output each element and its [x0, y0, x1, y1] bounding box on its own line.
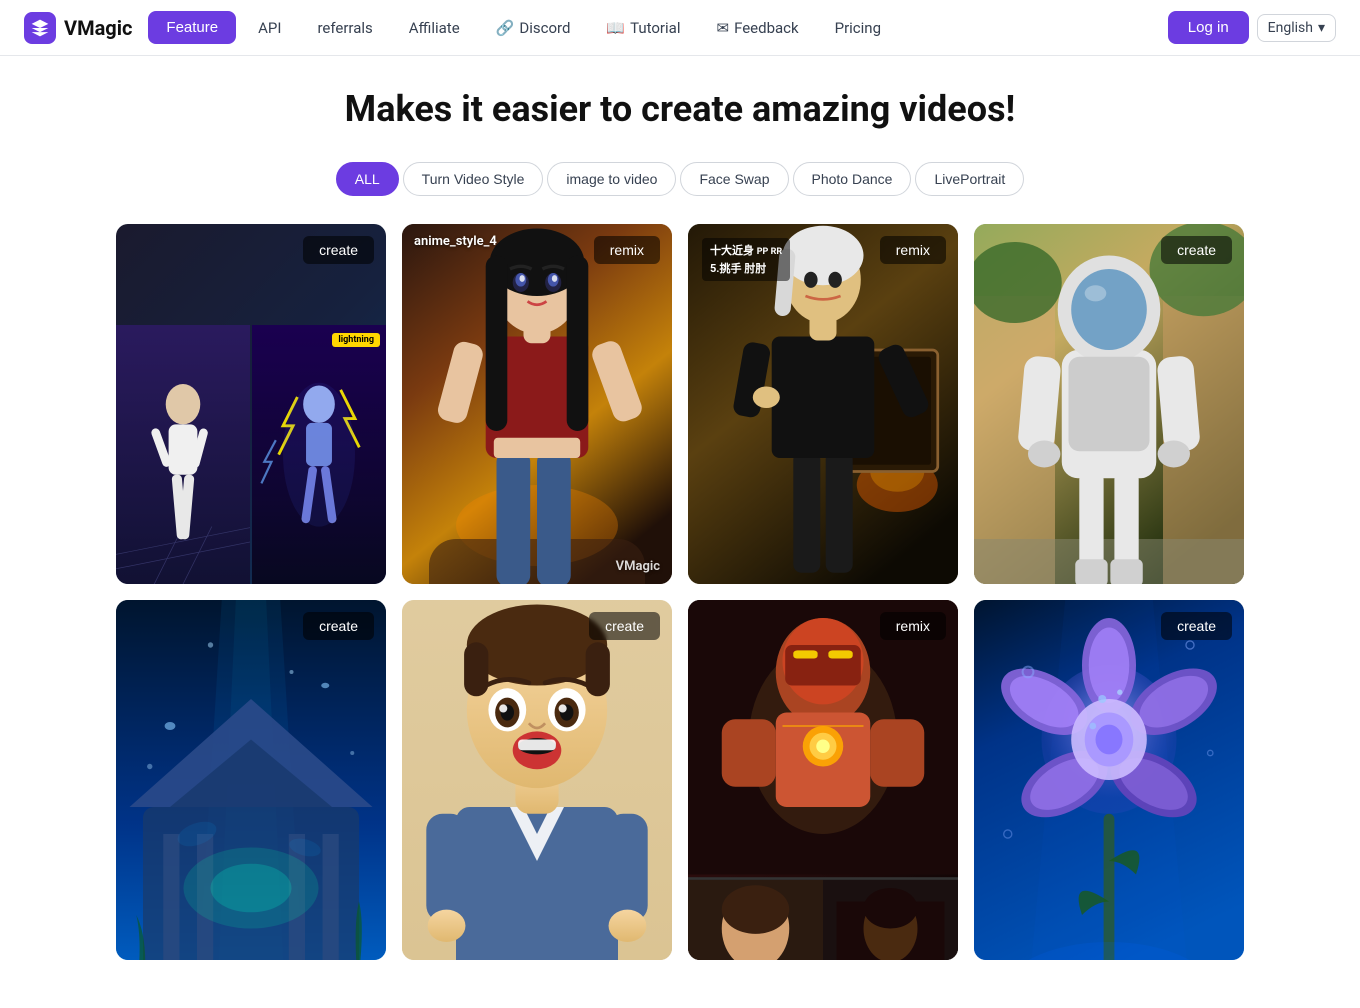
pricing-nav-link[interactable]: Pricing [821, 11, 895, 45]
split-right: lightning [252, 325, 386, 584]
video-card-4[interactable]: create [974, 224, 1244, 584]
api-nav-link[interactable]: API [244, 11, 295, 45]
discord-nav-link[interactable]: 🔗 Discord [482, 11, 585, 45]
card-5-create-button[interactable]: create [303, 612, 374, 640]
card-4-create-button[interactable]: create [1161, 236, 1232, 264]
split-left [116, 325, 250, 584]
tab-turn-video-style[interactable]: Turn Video Style [403, 162, 544, 196]
logo-icon [24, 12, 56, 44]
card-4-bg [974, 224, 1244, 584]
logo[interactable]: VMagic [24, 12, 132, 44]
tab-face-swap[interactable]: Face Swap [680, 162, 788, 196]
card-6-bg [402, 600, 672, 960]
language-label: English [1268, 20, 1313, 36]
card-7-bg [688, 600, 958, 960]
card-5-bg [116, 600, 386, 960]
video-card-2[interactable]: anime_style_4 VMagic remix [402, 224, 672, 584]
category-tabs: ALL Turn Video Style image to video Face… [116, 162, 1244, 196]
lightning-badge: lightning [332, 333, 380, 347]
video-card-6[interactable]: create [402, 600, 672, 960]
card-3-remix-button[interactable]: remix [880, 236, 946, 264]
tab-image-to-video[interactable]: image to video [547, 162, 676, 196]
tab-photo-dance[interactable]: Photo Dance [793, 162, 912, 196]
video-card-3[interactable]: 十大近身 PP RR5.挑手 肘肘 remix [688, 224, 958, 584]
page-title: Makes it easier to create amazing videos… [116, 88, 1244, 130]
video-card-8[interactable]: create [974, 600, 1244, 960]
card-3-chinese-text: 十大近身 PP RR5.挑手 肘肘 [702, 238, 790, 281]
tutorial-icon: 📖 [606, 19, 625, 37]
feedback-nav-link[interactable]: ✉ Feedback [702, 11, 812, 45]
tab-all[interactable]: ALL [336, 162, 399, 196]
tutorial-nav-link[interactable]: 📖 Tutorial [592, 11, 694, 45]
login-button[interactable]: Log in [1168, 11, 1249, 44]
card-2-bg [402, 224, 672, 584]
feature-nav-button[interactable]: Feature [148, 11, 236, 44]
tab-liveportrait[interactable]: LivePortrait [915, 162, 1024, 196]
card-8-bg [974, 600, 1244, 960]
card-2-remix-button[interactable]: remix [594, 236, 660, 264]
card-8-create-button[interactable]: create [1161, 612, 1232, 640]
feedback-icon: ✉ [716, 19, 729, 37]
language-selector[interactable]: English ▾ [1257, 14, 1336, 42]
referrals-nav-link[interactable]: referrals [303, 11, 386, 45]
card-7-remix-button[interactable]: remix [880, 612, 946, 640]
split-preview-area: lightning [116, 325, 386, 584]
affiliate-nav-link[interactable]: Affiliate [395, 11, 474, 45]
card-6-create-button[interactable]: create [589, 612, 660, 640]
card-1-create-button[interactable]: create [303, 236, 374, 264]
card-2-watermark: VMagic [616, 559, 660, 574]
card-2-style-label: anime_style_4 [414, 234, 497, 249]
video-card-1[interactable]: lightning create [116, 224, 386, 584]
video-grid: lightning create [116, 224, 1244, 960]
video-card-7[interactable]: remix [688, 600, 958, 960]
video-card-5[interactable]: create [116, 600, 386, 960]
discord-icon: 🔗 [496, 19, 515, 37]
logo-text: VMagic [64, 16, 132, 40]
chevron-down-icon: ▾ [1318, 20, 1325, 36]
